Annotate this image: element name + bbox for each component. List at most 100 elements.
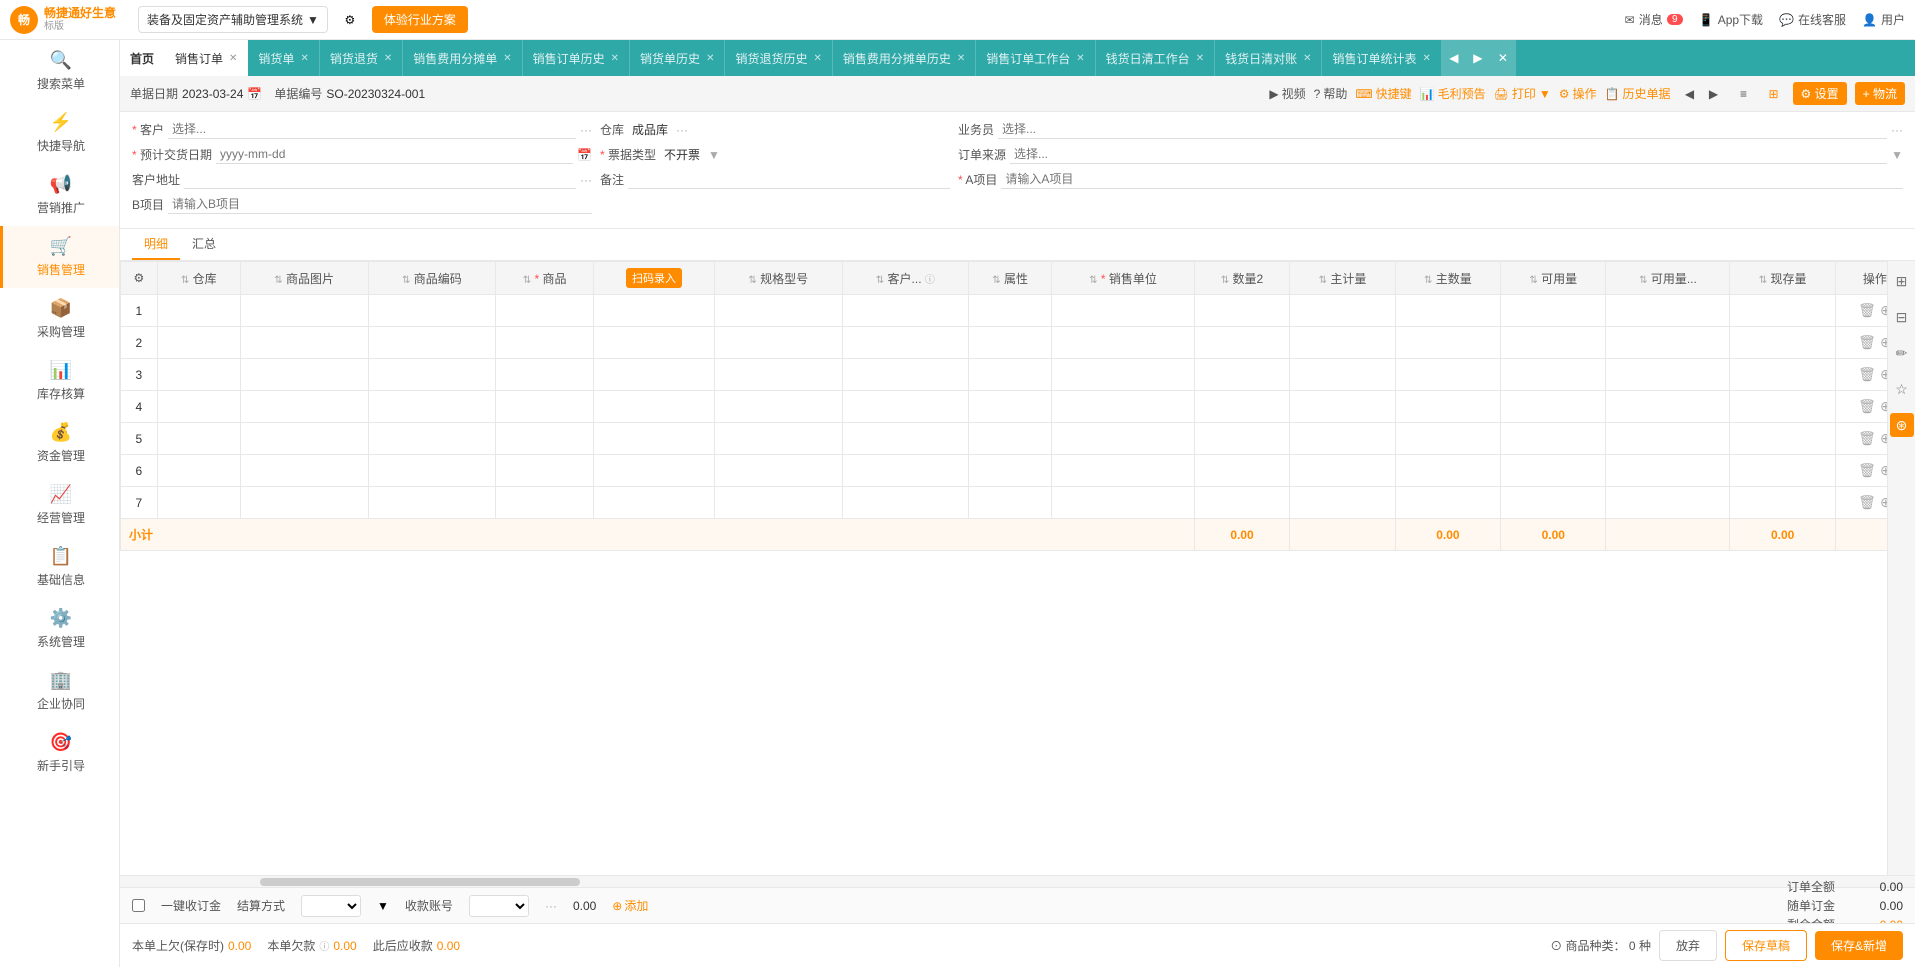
- customer-dots[interactable]: ···: [580, 123, 592, 137]
- customer-field: 客户 ···: [132, 120, 592, 139]
- tab-home[interactable]: 首页: [120, 40, 165, 76]
- sidebar-item-basic[interactable]: 📋基础信息: [0, 536, 119, 598]
- tab-return-history[interactable]: 销货退货历史 ✕: [725, 40, 832, 76]
- tab-sales-order[interactable]: 销售订单 ✕: [165, 40, 248, 76]
- tab-expense-history[interactable]: 销售费用分摊单历史 ✕: [833, 40, 976, 76]
- sidebar-item-search[interactable]: 🔍搜索菜单: [0, 40, 119, 102]
- app-download-btn[interactable]: 📱 App下载: [1699, 11, 1763, 28]
- payment-select[interactable]: [301, 895, 361, 917]
- right-special-icon[interactable]: ⊛: [1890, 413, 1914, 437]
- delete-icon[interactable]: 🗑: [1858, 302, 1876, 319]
- scroll-area[interactable]: [120, 875, 1915, 887]
- setting-button[interactable]: ⚙ 设置: [1793, 82, 1847, 105]
- sidebar-item-sales[interactable]: 🛒销售管理: [0, 226, 119, 288]
- industry-btn[interactable]: 体验行业方案: [372, 6, 468, 33]
- customer-input[interactable]: [168, 120, 576, 139]
- right-expand-icon[interactable]: ⊞: [1890, 269, 1914, 293]
- tab-cashflow-reconcile[interactable]: 钱货日清对账 ✕: [1215, 40, 1322, 76]
- settings-icon[interactable]: ⚙: [336, 6, 364, 34]
- warehouse-dots[interactable]: ···: [676, 123, 688, 137]
- address-dots[interactable]: ···: [580, 173, 592, 187]
- invoice-arrow[interactable]: ▼: [708, 148, 720, 162]
- tab-sales-stats[interactable]: 销售订单统计表 ✕: [1322, 40, 1441, 76]
- sidebar-item-quicknav[interactable]: ⚡快捷导航: [0, 102, 119, 164]
- detail-tabs: 明细 汇总: [120, 229, 1915, 261]
- tab-invoice-history[interactable]: 销货单历史 ✕: [630, 40, 725, 76]
- sidebar-item-operations[interactable]: 📈经营管理: [0, 474, 119, 536]
- right-star-icon[interactable]: ☆: [1890, 377, 1914, 401]
- bank-account-dots[interactable]: ···: [545, 899, 557, 913]
- staff-dots[interactable]: ···: [1891, 123, 1903, 137]
- sidebar-item-purchase[interactable]: 📦采购管理: [0, 288, 119, 350]
- right-grid-icon[interactable]: ⊟: [1890, 305, 1914, 329]
- grid-view-icon[interactable]: ⊞: [1763, 83, 1785, 105]
- content-area: 首页 销售订单 ✕ 销货单 ✕ 销货退货 ✕ 销售费用分摊单 ✕ 销售订单历史 …: [120, 40, 1915, 967]
- b-project-input[interactable]: [168, 195, 592, 214]
- footer-bar: 本单上欠(保存时) 0.00 本单欠款 ⓘ 0.00 此后应收款 0.00 ⊙ …: [120, 923, 1915, 967]
- tab-sales-return[interactable]: 销货退货 ✕: [320, 40, 403, 76]
- subtotal-avail-qty: 0.00: [1501, 519, 1606, 551]
- staff-input[interactable]: [998, 120, 1887, 139]
- help-btn[interactable]: ? 帮助: [1314, 85, 1348, 102]
- delete-icon[interactable]: 🗑: [1858, 494, 1876, 511]
- sidebar-item-system[interactable]: ⚙️系统管理: [0, 598, 119, 660]
- save-draft-button[interactable]: 保存草稿: [1725, 930, 1807, 961]
- doc-num-value: SO-20230324-001: [326, 87, 425, 101]
- nav-next[interactable]: ▶: [1703, 83, 1725, 105]
- tabs-prev-btn[interactable]: ◀: [1442, 40, 1466, 76]
- tabs-next-btn[interactable]: ▶: [1466, 40, 1490, 76]
- receivable-stat: 此后应收款 0.00: [373, 937, 460, 954]
- sidebar-item-finance[interactable]: 💰资金管理: [0, 412, 119, 474]
- order-source-arrow[interactable]: ▼: [1891, 148, 1903, 162]
- print-btn[interactable]: 🖨 打印 ▼: [1494, 85, 1551, 102]
- one-click-checkbox[interactable]: [132, 899, 145, 912]
- tab-sales-invoice[interactable]: 销货单 ✕: [248, 40, 319, 76]
- calendar-icon[interactable]: 📅: [247, 87, 262, 101]
- online-support-btn[interactable]: 💬 在线客服: [1779, 11, 1846, 28]
- nav-prev[interactable]: ◀: [1679, 83, 1701, 105]
- sidebar-item-guide[interactable]: 🎯新手引导: [0, 722, 119, 784]
- profit-btn[interactable]: 📊 毛利预告: [1420, 85, 1486, 102]
- address-input[interactable]: [184, 170, 576, 189]
- a-project-input[interactable]: [1001, 170, 1903, 189]
- delete-icon[interactable]: 🗑: [1858, 430, 1876, 447]
- tab-sales-order-history[interactable]: 销售订单历史 ✕: [523, 40, 630, 76]
- tab-cashflow-workbench[interactable]: 钱货日清工作台 ✕: [1096, 40, 1215, 76]
- logo-area: 畅 畅捷通好生意 标版: [10, 6, 130, 34]
- invoice-field: 票据类型 不开票 ▼: [600, 146, 950, 163]
- scan-btn[interactable]: 扫码录入: [626, 268, 682, 288]
- user-btn[interactable]: 👤 用户: [1862, 11, 1905, 28]
- sidebar-item-inventory[interactable]: 📊库存核算: [0, 350, 119, 412]
- logistics-btn[interactable]: + 物流: [1855, 82, 1905, 105]
- tab-order-workbench[interactable]: 销售订单工作台 ✕: [976, 40, 1095, 76]
- sidebar-item-enterprise[interactable]: 🏢企业协同: [0, 660, 119, 722]
- order-source-input[interactable]: [1010, 145, 1887, 164]
- shortcut-btn[interactable]: ⌨ 快捷键: [1355, 85, 1411, 102]
- delete-icon[interactable]: 🗑: [1858, 398, 1876, 415]
- right-edit-icon[interactable]: ✏: [1890, 341, 1914, 365]
- list-view-icon[interactable]: ≡: [1733, 83, 1755, 105]
- save-new-button[interactable]: 保存&新增: [1815, 931, 1903, 960]
- add-payment-btn[interactable]: ⊕ 添加: [612, 897, 648, 914]
- date-value: 2023-03-24: [182, 87, 243, 101]
- remark-input[interactable]: [628, 170, 950, 189]
- history-btn[interactable]: 📋 历史单据: [1605, 85, 1671, 102]
- delete-icon[interactable]: 🗑: [1858, 366, 1876, 383]
- delivery-calendar-icon[interactable]: 📅: [577, 148, 592, 162]
- ops-btn[interactable]: ⚙ 操作: [1559, 85, 1597, 102]
- sidebar-item-marketing[interactable]: 📢营销推广: [0, 164, 119, 226]
- delete-icon[interactable]: 🗑: [1858, 334, 1876, 351]
- delete-icon[interactable]: 🗑: [1858, 462, 1876, 479]
- discard-button[interactable]: 放弃: [1659, 930, 1717, 961]
- tab-summary[interactable]: 汇总: [180, 229, 228, 260]
- delivery-date-input[interactable]: [216, 145, 573, 164]
- th-attribute: ⇅ 属性: [969, 262, 1052, 295]
- bank-account-select[interactable]: [469, 895, 529, 917]
- tab-sales-expense[interactable]: 销售费用分摊单 ✕: [403, 40, 522, 76]
- system-selector[interactable]: 装备及固定资产辅助管理系统 ▼: [138, 6, 328, 33]
- tab-detail[interactable]: 明细: [132, 229, 180, 260]
- th-settings[interactable]: ⚙: [121, 262, 158, 295]
- message-btn[interactable]: ✉ 消息 9: [1625, 11, 1683, 28]
- tabs-more-btn[interactable]: ✕: [1490, 40, 1516, 76]
- view-btn[interactable]: ▶ 视频: [1269, 85, 1305, 102]
